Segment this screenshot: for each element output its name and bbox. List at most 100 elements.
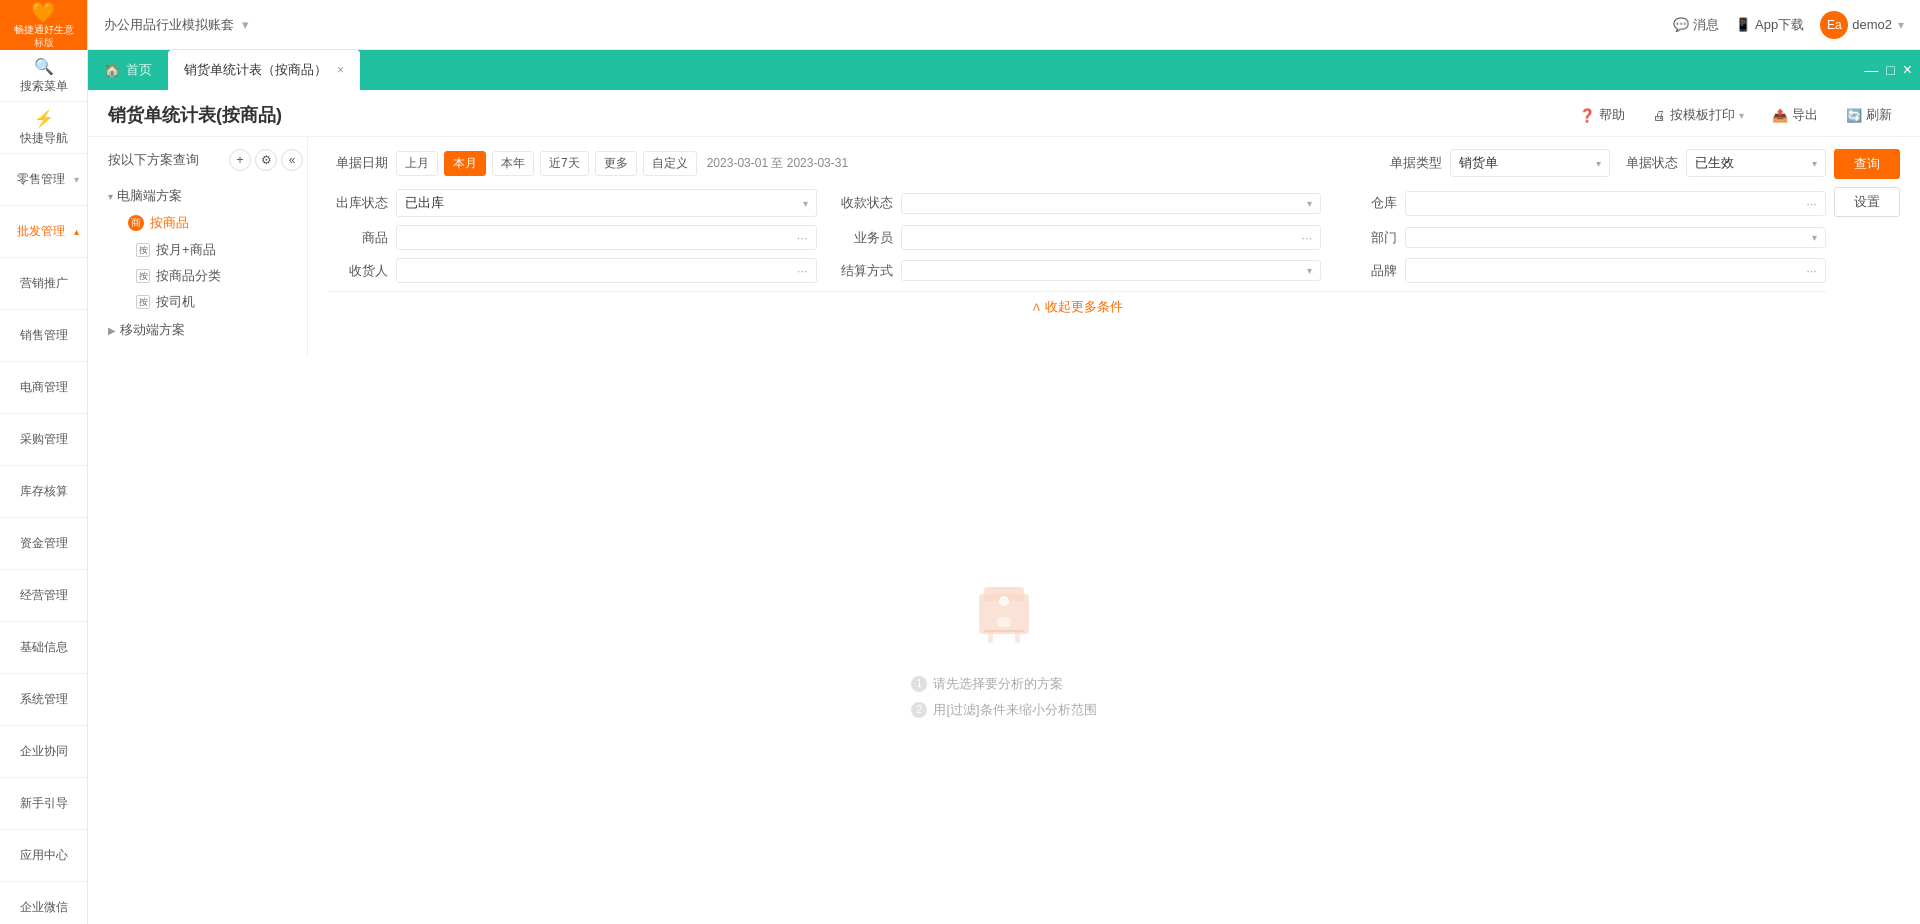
scheme-sub-item-category[interactable]: 按 按商品分类 (108, 263, 307, 289)
window-expand-icon[interactable]: □ (1886, 62, 1894, 78)
doc-status-arrow: ▾ (1812, 158, 1817, 169)
scheme-sub-category-label: 按商品分类 (156, 267, 221, 285)
sidebar-item-finance-label: 资金管理 (20, 535, 68, 552)
scheme-item-icon-goods: 商 (128, 215, 144, 231)
sidebar-item-wholesale[interactable]: 批发管理 ▴ (0, 206, 87, 258)
goods-field[interactable]: ··· (396, 225, 817, 250)
sub-icon-category: 按 (136, 269, 150, 283)
settle-field[interactable]: ▾ (901, 260, 1322, 281)
settle-cell: 结算方式 ▾ (833, 258, 1322, 283)
sidebar-item-sales[interactable]: 销售管理 (0, 310, 87, 362)
sidebar-item-inventory[interactable]: 库存核算 (0, 466, 87, 518)
app-download-label: App下载 (1755, 16, 1804, 34)
sidebar-item-search[interactable]: 🔍 搜索菜单 (0, 50, 87, 102)
scheme-add-btn[interactable]: + (229, 149, 251, 171)
goods-cell: 商品 ··· (328, 225, 817, 250)
out-status-label: 出库状态 (328, 194, 388, 212)
doc-type-field[interactable]: 销货单 ▾ (1450, 149, 1610, 177)
receiver-cell: 收货人 ··· (328, 258, 817, 283)
date-btn-thisyear[interactable]: 本年 (492, 151, 534, 176)
scheme-item-goods-label: 按商品 (150, 214, 189, 232)
brand-dots: ··· (1806, 263, 1817, 278)
payment-field[interactable]: ▾ (901, 193, 1322, 214)
sidebar-item-basic[interactable]: 基础信息 (0, 622, 87, 674)
refresh-btn[interactable]: 🔄 刷新 (1838, 102, 1900, 128)
sidebar-item-finance[interactable]: 资金管理 (0, 518, 87, 570)
dept-arrow: ▾ (1812, 232, 1817, 243)
svg-rect-6 (1015, 631, 1020, 643)
scheme-settings-btn[interactable]: ⚙ (255, 149, 277, 171)
refresh-icon: 🔄 (1846, 108, 1862, 123)
window-minimize-icon[interactable]: — (1864, 62, 1878, 78)
sidebar-item-system[interactable]: 系统管理 (0, 674, 87, 726)
collapse-label: ∧ 收起更多条件 (1031, 299, 1124, 314)
mobile-scheme-section[interactable]: ▶ 移动端方案 (108, 315, 307, 345)
doc-type-value: 销货单 (1459, 154, 1592, 172)
sidebar-item-quicknav[interactable]: ⚡ 快捷导航 (0, 102, 87, 154)
sidebar: 🧡 畅捷通好生意 标版 🔍 搜索菜单 ⚡ 快捷导航 零售管理 ▾ 批发管理 ▴ … (0, 0, 88, 924)
scheme-sub-driver-label: 按司机 (156, 293, 195, 311)
sidebar-item-ecommerce[interactable]: 电商管理 (0, 362, 87, 414)
warehouse-field[interactable]: ··· (1405, 191, 1826, 216)
payment-label: 收款状态 (833, 194, 893, 212)
date-btn-7days[interactable]: 近7天 (540, 151, 589, 176)
sidebar-item-retail[interactable]: 零售管理 ▾ (0, 154, 87, 206)
date-btn-lastmonth[interactable]: 上月 (396, 151, 438, 176)
settings-button[interactable]: 设置 (1834, 187, 1900, 217)
svg-rect-5 (988, 631, 993, 643)
filter-scheme-panel: 按以下方案查询 + ⚙ « ▾ 电脑端方案 商 按商品 (108, 137, 308, 357)
sidebar-item-appcenter[interactable]: 应用中心 (0, 830, 87, 882)
pc-section-title[interactable]: ▾ 电脑端方案 (108, 183, 307, 209)
sidebar-item-cooperation[interactable]: 企业协同 (0, 726, 87, 778)
date-label: 单据日期 (328, 154, 388, 172)
filter-row-2: 出库状态 已出库 ▾ 收款状态 ▾ 仓库 (328, 189, 1826, 217)
help-btn[interactable]: ❓ 帮助 (1571, 102, 1633, 128)
dept-field[interactable]: ▾ (1405, 227, 1826, 248)
hint-item-1: 1 请先选择要分析的方案 (911, 671, 1096, 697)
print-btn[interactable]: 🖨 按模板打印 ▾ (1645, 102, 1752, 128)
sidebar-item-quicknav-label: 快捷导航 (20, 130, 68, 147)
sub-icon-driver: 按 (136, 295, 150, 309)
logo-sub: 标版 (34, 36, 54, 50)
payment-cell: 收款状态 ▾ (833, 189, 1322, 217)
header-dropdown-icon[interactable]: ▾ (242, 17, 249, 32)
user-menu[interactable]: Ea demo2 ▾ (1820, 11, 1904, 39)
sidebar-item-marketing[interactable]: 营销推广 (0, 258, 87, 310)
query-button[interactable]: 查询 (1834, 149, 1900, 179)
wholesale-arrow-icon: ▴ (74, 226, 79, 237)
warehouse-cell: 仓库 ··· (1337, 189, 1826, 217)
settle-arrow: ▾ (1307, 265, 1312, 276)
sidebar-item-wechat-label: 企业微信 (20, 899, 68, 916)
window-close-icon[interactable]: × (1903, 61, 1912, 79)
out-status-field[interactable]: 已出库 ▾ (396, 189, 817, 217)
salesman-field[interactable]: ··· (901, 225, 1322, 250)
collapse-bar[interactable]: ∧ 收起更多条件 (328, 291, 1826, 322)
sidebar-item-purchase[interactable]: 采购管理 (0, 414, 87, 466)
scheme-item-by-goods[interactable]: 商 按商品 (108, 209, 307, 237)
message-btn[interactable]: 💬 消息 (1673, 16, 1719, 34)
date-btn-thismonth[interactable]: 本月 (444, 151, 486, 176)
export-btn[interactable]: 📤 导出 (1764, 102, 1826, 128)
app-download-btn[interactable]: 📱 App下载 (1735, 16, 1804, 34)
scheme-sub-item-driver[interactable]: 按 按司机 (108, 289, 307, 315)
sidebar-item-ops[interactable]: 经营管理 (0, 570, 87, 622)
scheme-sub-item-month-goods[interactable]: 按 按月+商品 (108, 237, 307, 263)
receiver-field[interactable]: ··· (396, 258, 817, 283)
sidebar-item-sales-label: 销售管理 (20, 327, 68, 344)
sidebar-item-ecommerce-label: 电商管理 (20, 379, 68, 396)
date-btn-more[interactable]: 更多 (595, 151, 637, 176)
sidebar-item-basic-label: 基础信息 (20, 639, 68, 656)
date-btn-custom[interactable]: 自定义 (643, 151, 697, 176)
payment-arrow: ▾ (1307, 198, 1312, 209)
scheme-collapse-btn[interactable]: « (281, 149, 303, 171)
tab-active[interactable]: 销货单统计表（按商品） × (168, 50, 360, 90)
doc-status-field[interactable]: 已生效 ▾ (1686, 149, 1826, 177)
print-label: 按模板打印 (1670, 106, 1735, 124)
sidebar-item-tutorial[interactable]: 新手引导 (0, 778, 87, 830)
brand-field[interactable]: ··· (1405, 258, 1826, 283)
warehouse-dots: ··· (1806, 196, 1817, 211)
logo-icon: 🧡 (31, 0, 56, 24)
tab-home[interactable]: 🏠 首页 (88, 50, 168, 90)
sidebar-item-wechat[interactable]: 企业微信 (0, 882, 87, 924)
tab-close-icon[interactable]: × (337, 63, 344, 77)
